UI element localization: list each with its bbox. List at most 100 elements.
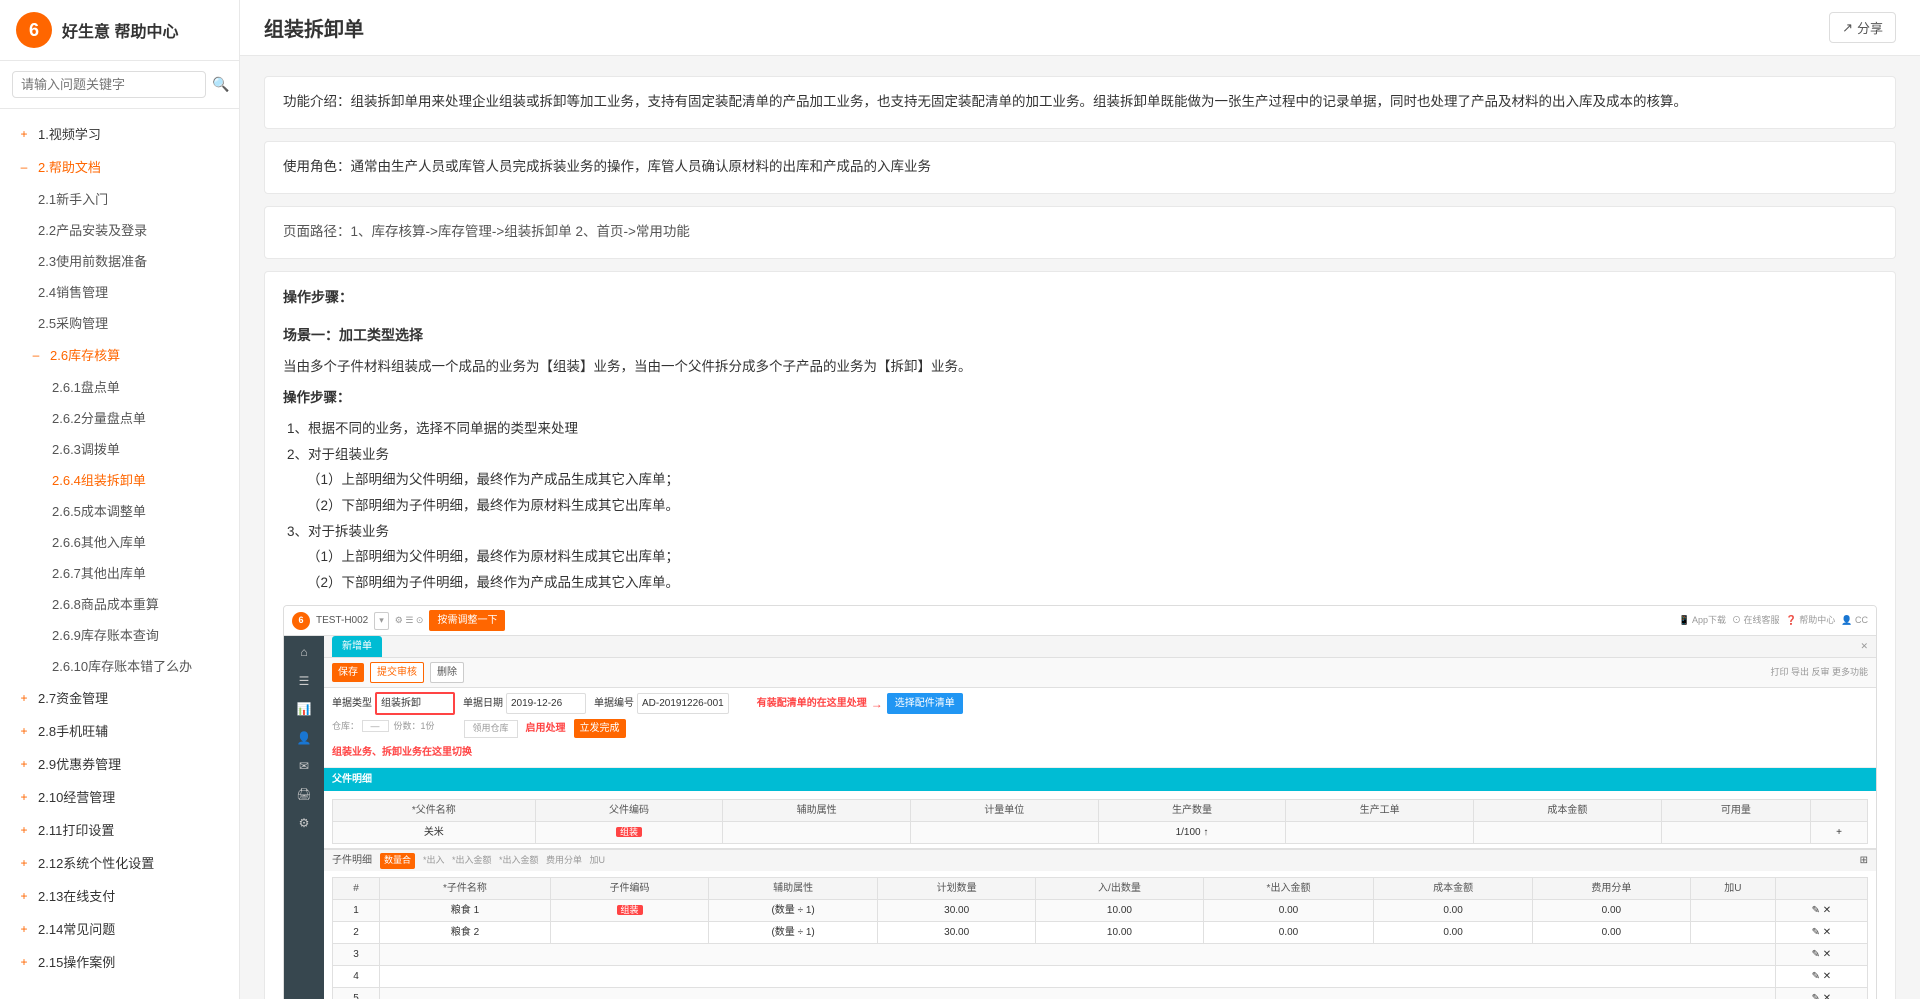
ss-top-th-0: *父件名称 <box>333 800 536 822</box>
sidebar-item-video[interactable]: + 1.视频学习 <box>0 117 239 150</box>
sidebar-item-2-15[interactable]: + 2.15操作案例 <box>0 945 239 978</box>
ss-top-th-2: 辅助属性 <box>723 800 911 822</box>
ss-bottom-header-row: # *子件名称 子件编码 辅助属性 计划数量 入/出数量 *出入金额 成本金额 <box>333 878 1868 900</box>
ss-qty-fields: *出入 *出入金额 *出入金额 费用分单 加U <box>423 853 605 868</box>
share-label: 分享 <box>1857 18 1883 37</box>
sidebar-item-2-6-10[interactable]: 2.6.10库存账本错了么办 <box>0 650 239 681</box>
ss-bt-row1-num: 1 <box>333 900 380 922</box>
share-icon: ↗ <box>1842 20 1853 36</box>
ss-logo: 6 <box>292 612 310 630</box>
ss-submit-btn[interactable]: 提交审核 <box>370 662 424 683</box>
ss-bt-row2-in: 10.00 <box>1036 922 1203 944</box>
sidebar-item-2-1[interactable]: 2.1新手入门 <box>0 183 239 214</box>
ss-warehouse-select[interactable]: 领用仓库 <box>464 720 518 737</box>
plus-icon-2-10: + <box>16 789 32 805</box>
sidebar-item-2-6-6[interactable]: 2.6.6其他入库单 <box>0 526 239 557</box>
ss-bt-row1-cost: 0.00 <box>1374 900 1532 922</box>
ss-dropdown[interactable]: ▾ <box>374 612 389 629</box>
ss-config-btn[interactable]: 选择配件清单 <box>887 693 963 714</box>
sidebar-item-2-5[interactable]: 2.5采购管理 <box>0 307 239 338</box>
sidebar-item-2-14[interactable]: + 2.14常见问题 <box>0 912 239 945</box>
ss-bt-3: 辅助属性 <box>709 878 878 900</box>
ss-top-td-qty: 1/100 ↑ <box>1098 822 1286 844</box>
ss-top-th-3: 计量单位 <box>910 800 1098 822</box>
sidebar-item-2-6[interactable]: – 2.6库存核算 <box>0 338 239 371</box>
ss-bt-row1-name: 粮食 1 <box>380 900 551 922</box>
sidebar-item-2-6-7[interactable]: 2.6.7其他出库单 <box>0 557 239 588</box>
ss-bt-row2-name: 粮食 2 <box>380 922 551 944</box>
search-input[interactable] <box>12 71 206 98</box>
ss-top-table-container: *父件名称 父件编码 辅助属性 计量单位 生产数量 生产工单 成本金额 可用量 <box>324 791 1876 848</box>
sidebar-item-2-13[interactable]: + 2.13在线支付 <box>0 879 239 912</box>
table-row: 3 ✎ ✕ <box>333 944 1868 966</box>
sidebar-item-2-3[interactable]: 2.3使用前数据准备 <box>0 245 239 276</box>
sidebar: 6 好生意 帮助中心 🔍 + 1.视频学习 – 2.帮助文档 2.1新手入门 2… <box>0 0 240 999</box>
ss-body: ⌂ ☰ 📊 👤 ✉ 🖨 ⚙ 新增单 <box>284 636 1876 999</box>
table-row: 5 ✎ ✕ <box>333 988 1868 999</box>
search-icon[interactable]: 🔍 <box>212 76 229 93</box>
sidebar-item-2-6-1[interactable]: 2.6.1盘点单 <box>0 371 239 402</box>
ss-bt-row2-plan: 30.00 <box>878 922 1036 944</box>
sidebar-item-2-4[interactable]: 2.4销售管理 <box>0 276 239 307</box>
ss-close-icon[interactable]: ✕ <box>1860 639 1868 654</box>
ss-annotation1-arrow: → <box>871 694 883 714</box>
ss-left-nav: ⌂ ☰ 📊 👤 ✉ 🖨 ⚙ <box>284 636 324 999</box>
ss-top-th-7: 可用量 <box>1661 800 1810 822</box>
table-row: 4 ✎ ✕ <box>333 966 1868 988</box>
ss-delete-btn[interactable]: 删除 <box>430 662 464 683</box>
ss-bt-row3-num: 3 <box>333 944 380 966</box>
ss-no-field: 单据编号 AD-20191226-001 <box>594 693 729 714</box>
ss-nav-list: ☰ <box>299 671 310 691</box>
sidebar-item-2-9[interactable]: + 2.9优惠券管理 <box>0 747 239 780</box>
minus-icon-2: – <box>28 347 44 363</box>
ss-bt-row3-empty <box>380 944 1776 966</box>
logo-icon: 6 <box>16 12 52 48</box>
plus-icon-2-9: + <box>16 756 32 772</box>
sidebar-item-docs[interactable]: – 2.帮助文档 <box>0 150 239 183</box>
ss-no-value[interactable]: AD-20191226-001 <box>637 693 729 714</box>
sidebar-2-15-label: 2.15操作案例 <box>38 952 115 971</box>
path-text: 页面路径：1、库存核算->库存管理->组装拆卸单 2、首页->常用功能 <box>283 224 690 239</box>
ss-date-value[interactable]: 2019-12-26 <box>506 693 586 714</box>
sidebar-item-2-6-3[interactable]: 2.6.3调拨单 <box>0 433 239 464</box>
sidebar-item-2-7[interactable]: + 2.7资金管理 <box>0 681 239 714</box>
sidebar-item-2-6-5[interactable]: 2.6.5成本调整单 <box>0 495 239 526</box>
sidebar-header: 6 好生意 帮助中心 <box>0 0 239 61</box>
sidebar-item-2-10[interactable]: + 2.10经营管理 <box>0 780 239 813</box>
step-2: 2、对于组装业务 <box>283 442 1877 468</box>
ss-bt-row1-plan: 30.00 <box>878 900 1036 922</box>
ss-top-table-header-row: *父件名称 父件编码 辅助属性 计量单位 生产数量 生产工单 成本金额 可用量 <box>333 800 1868 822</box>
share-button[interactable]: ↗ 分享 <box>1829 12 1896 43</box>
sidebar-item-2-6-4[interactable]: 2.6.4组装拆卸单 <box>0 464 239 495</box>
assemble-step-1: （1）上部明细为父件明细，最终作为产成品生成其它入库单； <box>303 467 1877 493</box>
sidebar-section-2-label: 2.帮助文档 <box>38 157 101 176</box>
ss-nav-chart: 📊 <box>297 699 312 719</box>
ss-confirm-btn[interactable]: 立发完成 <box>574 719 626 738</box>
ss-bt-4: 计划数量 <box>878 878 1036 900</box>
ss-nav-user: 👤 <box>297 728 312 748</box>
ss-form-row-1: 单据类型 组装拆卸 单据日期 2019-12-26 单据编号 <box>332 692 1868 715</box>
ss-bt-10 <box>1775 878 1867 900</box>
content-area: 功能介绍：组装拆卸单用来处理企业组装或拆卸等加工业务，支持有固定装配清单的产品加… <box>240 56 1920 999</box>
ss-topbar-btn[interactable]: 按需调整一下 <box>429 610 505 631</box>
sidebar-item-2-11[interactable]: + 2.11打印设置 <box>0 813 239 846</box>
ss-bt-row2-extra <box>1690 922 1775 944</box>
sidebar-item-2-6-2[interactable]: 2.6.2分量盘点单 <box>0 402 239 433</box>
app-title: 好生意 帮助中心 <box>62 18 178 42</box>
sidebar-nav: + 1.视频学习 – 2.帮助文档 2.1新手入门 2.2产品安装及登录 2.3… <box>0 109 239 999</box>
sidebar-item-2-8[interactable]: + 2.8手机旺辅 <box>0 714 239 747</box>
ss-tab-new[interactable]: 新增单 <box>332 636 382 657</box>
path-block: 页面路径：1、库存核算->库存管理->组装拆卸单 2、首页->常用功能 <box>264 206 1896 259</box>
sidebar-item-2-6-9[interactable]: 2.6.9库存账本查询 <box>0 619 239 650</box>
ss-bt-row4-num: 4 <box>333 966 380 988</box>
table-row: 2 粮食 2 (数量 ÷ 1) 30.00 10.00 0.00 0.00 <box>333 922 1868 944</box>
sidebar-item-2-6-8[interactable]: 2.6.8商品成本重算 <box>0 588 239 619</box>
ss-form-fields: 单据类型 组装拆卸 单据日期 2019-12-26 单据编号 <box>324 688 1876 768</box>
sidebar-item-2-12[interactable]: + 2.12系统个性化设置 <box>0 846 239 879</box>
ss-bt-row2-code <box>550 922 708 944</box>
ss-save-btn[interactable]: 保存 <box>332 663 364 682</box>
ss-bottom-section-label: 子件明细 <box>332 852 372 869</box>
sub-steps-disassemble: （1）上部明细为父件明细，最终作为原材料生成其它出库单； （2）下部明细为子件明… <box>303 544 1877 595</box>
sidebar-item-2-2[interactable]: 2.2产品安装及登录 <box>0 214 239 245</box>
ss-type-value[interactable]: 组装拆卸 <box>375 692 455 715</box>
